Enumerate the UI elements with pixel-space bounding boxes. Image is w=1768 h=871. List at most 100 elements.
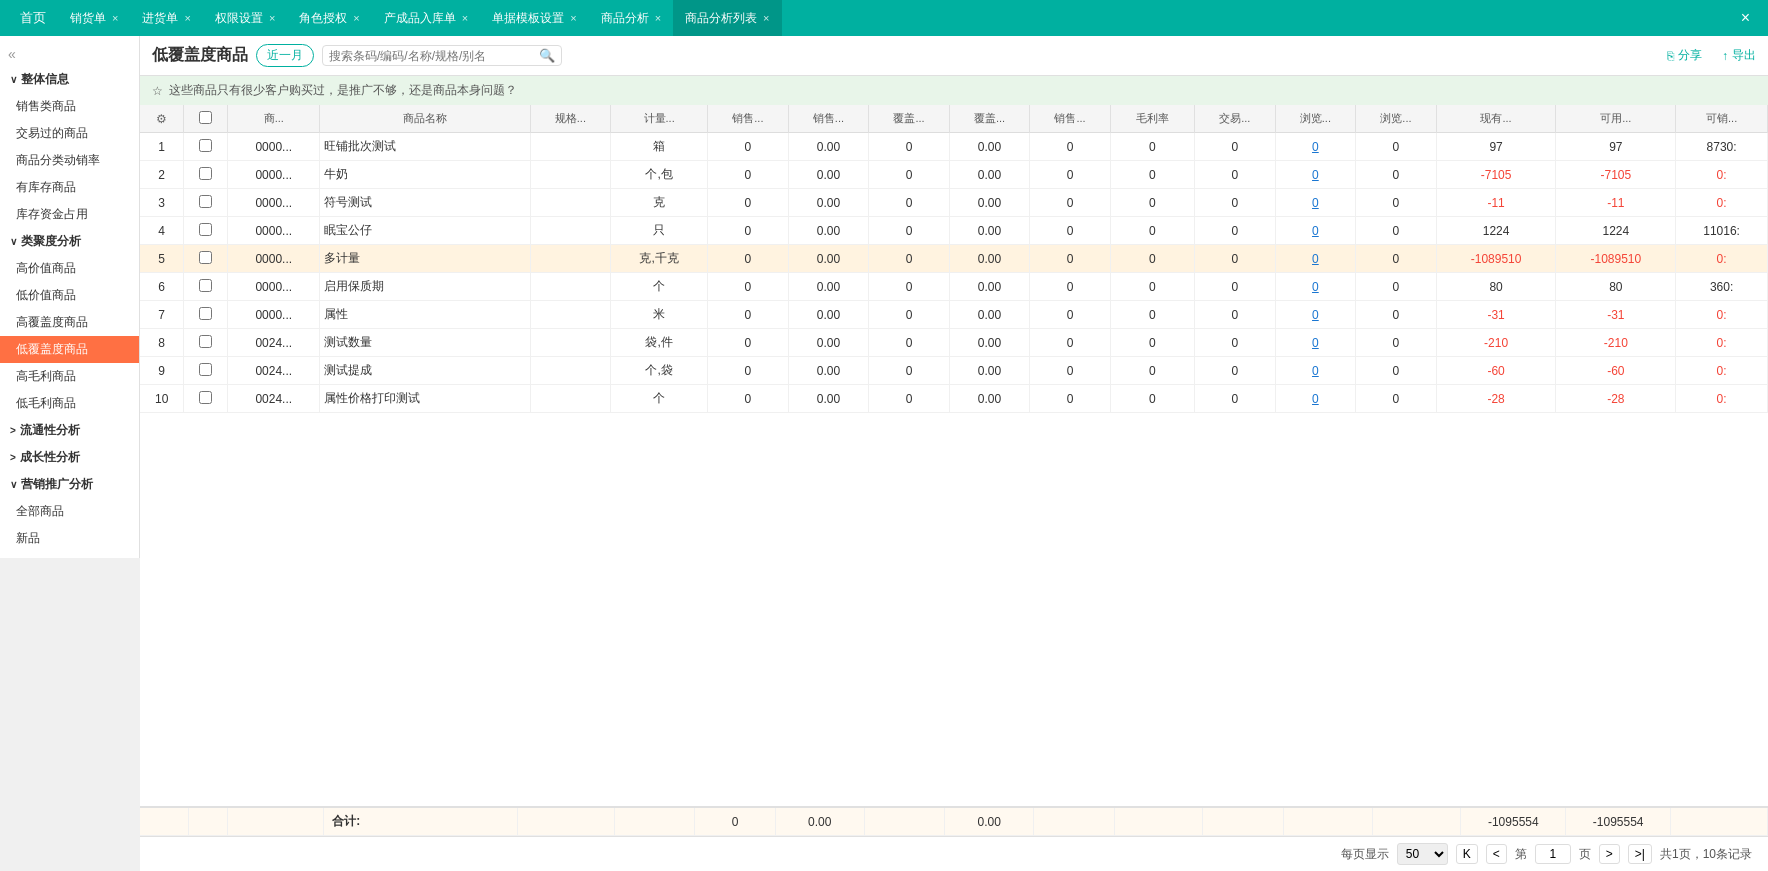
row-no: 4 — [140, 217, 184, 245]
table-wrapper[interactable]: ⚙ 商... 商品名称 规格... 计量... 销售... 销售... 覆盖..… — [140, 105, 1768, 806]
row-checkbox[interactable] — [184, 329, 228, 357]
sidebar-collapse-button[interactable]: « — [8, 46, 16, 62]
row-browse1[interactable]: 0 — [1275, 161, 1356, 189]
per-page-label: 每页显示 — [1341, 846, 1389, 863]
export-icon: ↑ — [1722, 49, 1728, 63]
nav-tab-purchase[interactable]: 进货单 × — [130, 0, 202, 36]
row-browse1[interactable]: 0 — [1275, 385, 1356, 413]
nav-tab-sales[interactable]: 销货单 × — [58, 0, 130, 36]
last-page-button[interactable]: >| — [1628, 844, 1652, 864]
sidebar-item-category-rate[interactable]: 商品分类动销率 — [0, 147, 139, 174]
row-browse1[interactable]: 0 — [1275, 273, 1356, 301]
row-cover1: 0 — [869, 245, 950, 273]
page-number-input[interactable] — [1535, 844, 1571, 864]
row-browse1[interactable]: 0 — [1275, 245, 1356, 273]
col-trade: 交易... — [1195, 105, 1276, 133]
nav-tab-permission[interactable]: 权限设置 × — [203, 0, 287, 36]
row-profit-rate: 0 — [1110, 385, 1194, 413]
row-no: 5 — [140, 245, 184, 273]
sidebar-section-cluster[interactable]: ∨ 类聚度分析 — [0, 228, 139, 255]
row-browse1[interactable]: 0 — [1275, 329, 1356, 357]
totals-label: 合计: — [324, 808, 518, 836]
row-browse1[interactable]: 0 — [1275, 217, 1356, 245]
row-name: 测试提成 — [320, 357, 531, 385]
row-checkbox[interactable] — [184, 161, 228, 189]
sidebar-item-low-coverage[interactable]: 低覆盖度商品 — [0, 336, 139, 363]
row-checkbox[interactable] — [184, 217, 228, 245]
row-checkbox[interactable] — [184, 357, 228, 385]
prev-page-button[interactable]: < — [1486, 844, 1507, 864]
row-checkbox[interactable] — [184, 189, 228, 217]
row-current-stock: 97 — [1436, 133, 1556, 161]
sidebar-section-overall[interactable]: ∨ 整体信息 — [0, 66, 139, 93]
close-icon[interactable]: × — [570, 12, 576, 24]
close-icon[interactable]: × — [763, 12, 769, 24]
sidebar-item-low-profit[interactable]: 低毛利商品 — [0, 390, 139, 417]
nav-tab-product[interactable]: 产成品入库单 × — [372, 0, 480, 36]
close-icon[interactable]: × — [269, 12, 275, 24]
page-header: 低覆盖度商品 近一月 🔍 ⎘ 分享 ↑ 导出 — [140, 36, 1768, 76]
nav-tab-home[interactable]: 首页 — [8, 0, 58, 36]
window-close-button[interactable]: × — [1731, 9, 1760, 27]
search-box: 🔍 — [322, 45, 562, 66]
row-unit: 米 — [611, 301, 708, 329]
row-code: 0000... — [228, 161, 320, 189]
row-cover1: 0 — [869, 329, 950, 357]
totals-current-stock: -1095554 — [1461, 808, 1566, 836]
sidebar-item-stock-goods[interactable]: 有库存商品 — [0, 174, 139, 201]
first-page-button[interactable]: K — [1456, 844, 1478, 864]
sidebar-item-high-value[interactable]: 高价值商品 — [0, 255, 139, 282]
row-profit-rate: 0 — [1110, 133, 1194, 161]
row-checkbox[interactable] — [184, 385, 228, 413]
close-icon[interactable]: × — [655, 12, 661, 24]
row-checkbox[interactable] — [184, 301, 228, 329]
sidebar-item-traded-goods[interactable]: 交易过的商品 — [0, 120, 139, 147]
nav-tab-analysis-list[interactable]: 商品分析列表 × — [673, 0, 781, 36]
row-browse1[interactable]: 0 — [1275, 133, 1356, 161]
sidebar-item-new-goods[interactable]: 新品 — [0, 525, 139, 552]
row-checkbox[interactable] — [184, 133, 228, 161]
sidebar-item-all-goods[interactable]: 全部商品 — [0, 498, 139, 525]
row-unit: 箱 — [611, 133, 708, 161]
col-checkbox[interactable] — [184, 105, 228, 133]
totals-table: 合计: 0 0.00 0.00 -1095554 -1095554 — [140, 808, 1768, 836]
export-button[interactable]: ↑ 导出 — [1722, 47, 1756, 64]
close-icon[interactable]: × — [112, 12, 118, 24]
nav-tab-role[interactable]: 角色授权 × — [287, 0, 371, 36]
row-unit: 只 — [611, 217, 708, 245]
close-icon[interactable]: × — [353, 12, 359, 24]
sidebar-item-sales-goods[interactable]: 销售类商品 — [0, 93, 139, 120]
row-checkbox[interactable] — [184, 245, 228, 273]
col-settings[interactable]: ⚙ — [140, 105, 184, 133]
next-page-button[interactable]: > — [1599, 844, 1620, 864]
row-unit: 个 — [611, 273, 708, 301]
sidebar-section-marketing[interactable]: ∨ 营销推广分析 — [0, 471, 139, 498]
sidebar-item-stock-capital[interactable]: 库存资金占用 — [0, 201, 139, 228]
per-page-select[interactable]: 50 20 100 — [1397, 843, 1448, 865]
row-unit: 个,袋 — [611, 357, 708, 385]
close-icon[interactable]: × — [462, 12, 468, 24]
row-name: 启用保质期 — [320, 273, 531, 301]
settings-icon[interactable]: ⚙ — [156, 112, 167, 126]
row-browse1[interactable]: 0 — [1275, 357, 1356, 385]
period-button[interactable]: 近一月 — [256, 44, 314, 67]
sidebar-section-flow[interactable]: > 流通性分析 — [0, 417, 139, 444]
row-sales2: 0 — [1030, 217, 1111, 245]
share-button[interactable]: ⎘ 分享 — [1667, 47, 1702, 64]
nav-tab-template[interactable]: 单据模板设置 × — [480, 0, 588, 36]
close-icon[interactable]: × — [184, 12, 190, 24]
row-browse1[interactable]: 0 — [1275, 301, 1356, 329]
row-browse1[interactable]: 0 — [1275, 189, 1356, 217]
search-input[interactable] — [329, 49, 539, 63]
nav-tab-analysis[interactable]: 商品分析 × — [589, 0, 673, 36]
sidebar-item-high-profit[interactable]: 高毛利商品 — [0, 363, 139, 390]
row-checkbox[interactable] — [184, 273, 228, 301]
sidebar-item-low-value[interactable]: 低价值商品 — [0, 282, 139, 309]
row-trade: 0 — [1195, 385, 1276, 413]
row-trade: 0 — [1195, 273, 1276, 301]
row-cover2: 0.00 — [949, 133, 1030, 161]
sidebar-item-high-coverage[interactable]: 高覆盖度商品 — [0, 309, 139, 336]
select-all-checkbox[interactable] — [199, 111, 212, 124]
sidebar-section-growth[interactable]: > 成长性分析 — [0, 444, 139, 471]
info-icon: ☆ — [152, 84, 163, 98]
